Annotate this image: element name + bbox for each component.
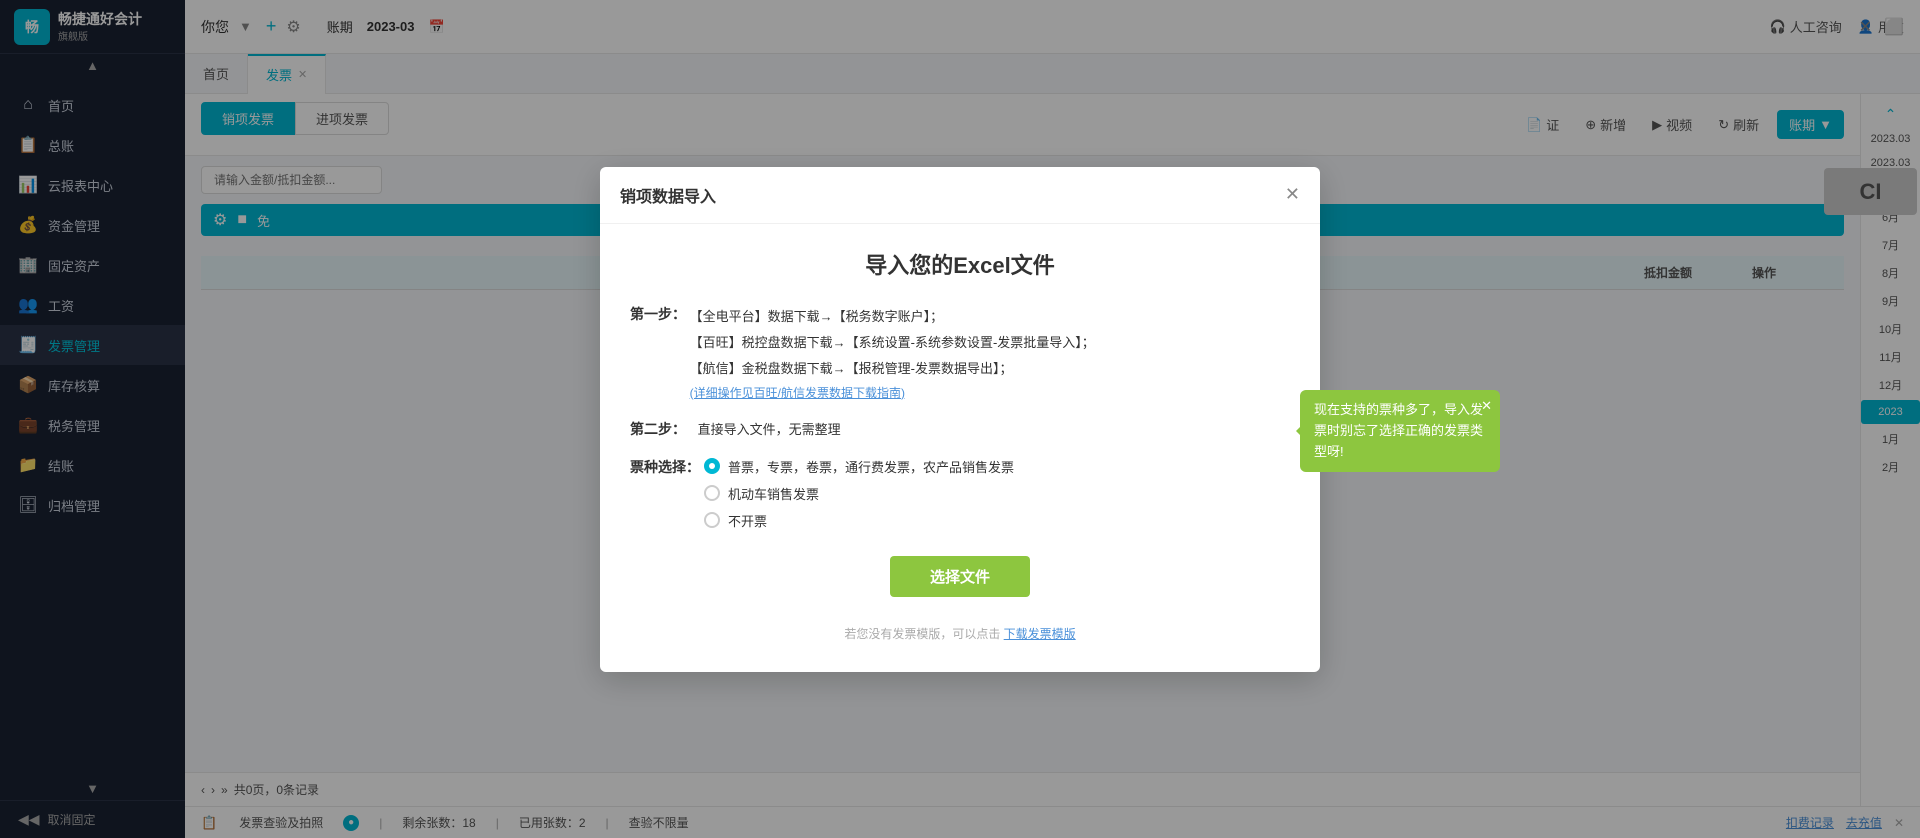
import-modal: 销项数据导入 ✕ 导入您的Excel文件 第一步： 【全电平台】数据下载→【税务… bbox=[600, 167, 1320, 672]
radio-general-label: 普票，专票，卷票，通行费发票，农产品销售发票 bbox=[728, 457, 1014, 476]
select-file-button[interactable]: 选择文件 bbox=[890, 556, 1030, 597]
radio-vehicle[interactable]: 机动车销售发票 bbox=[704, 484, 1014, 503]
modal-hint: 若您没有发票模版，可以点击 下载发票模版 bbox=[630, 625, 1290, 642]
step1-link[interactable]: (详细操作见百旺/航信发票数据下载指南) bbox=[690, 384, 1095, 401]
modal-header: 销项数据导入 ✕ bbox=[600, 167, 1320, 224]
ticket-select-label: 票种选择： bbox=[630, 457, 700, 477]
hint-text: 若您没有发票模版，可以点击 bbox=[844, 627, 1000, 641]
download-template-link[interactable]: 下载发票模版 bbox=[1004, 627, 1076, 641]
tooltip-close-button[interactable]: ✕ bbox=[1481, 396, 1492, 417]
radio-vehicle-label: 机动车销售发票 bbox=[728, 484, 819, 503]
ticket-select-row: 票种选择： 普票，专票，卷票，通行费发票，农产品销售发票 机动车销售发票 bbox=[630, 457, 1290, 530]
radio-noticket[interactable]: 不开票 bbox=[704, 511, 1014, 530]
radio-vehicle-circle[interactable] bbox=[704, 485, 720, 501]
tooltip-text: 现在支持的票种多了，导入发票时别忘了选择正确的发票类型呀! bbox=[1314, 402, 1483, 459]
step1-label: 第一步： bbox=[630, 306, 686, 322]
modal-body: 导入您的Excel文件 第一步： 【全电平台】数据下载→【税务数字账户】； 【百… bbox=[600, 224, 1320, 672]
radio-group: 普票，专票，卷票，通行费发票，农产品销售发票 机动车销售发票 不开票 bbox=[700, 457, 1014, 530]
ticket-select: 票种选择： 普票，专票，卷票，通行费发票，农产品销售发票 机动车销售发票 bbox=[630, 457, 1290, 530]
step2-block: 第二步： 直接导入文件，无需整理 bbox=[630, 419, 1290, 439]
radio-general-circle[interactable] bbox=[704, 458, 720, 474]
radio-noticket-circle[interactable] bbox=[704, 512, 720, 528]
radio-general[interactable]: 普票，专票，卷票，通行费发票，农产品销售发票 bbox=[704, 457, 1014, 476]
step1-block: 第一步： 【全电平台】数据下载→【税务数字账户】； 【百旺】税控盘数据下载→【系… bbox=[630, 304, 1290, 401]
step1-line3: 【航信】金税盘数据下载→【报税管理-发票数据导出】； bbox=[690, 356, 1095, 382]
radio-noticket-label: 不开票 bbox=[728, 511, 767, 530]
tooltip-bubble: ✕ 现在支持的票种多了，导入发票时别忘了选择正确的发票类型呀! bbox=[1300, 390, 1500, 472]
modal-overlay: 销项数据导入 ✕ 导入您的Excel文件 第一步： 【全电平台】数据下载→【税务… bbox=[0, 0, 1920, 838]
step2-content: 直接导入文件，无需整理 bbox=[698, 422, 841, 437]
modal-title: 销项数据导入 bbox=[620, 183, 716, 207]
modal-main-title: 导入您的Excel文件 bbox=[630, 248, 1290, 280]
step1-line1: 【全电平台】数据下载→【税务数字账户】； bbox=[690, 304, 1095, 330]
step2-label: 第二步： bbox=[630, 421, 686, 437]
step1-line2: 【百旺】税控盘数据下载→【系统设置-系统参数设置-发票批量导入】； bbox=[690, 330, 1095, 356]
modal-close-button[interactable]: ✕ bbox=[1285, 184, 1300, 205]
modal-footer: 选择文件 bbox=[630, 548, 1290, 613]
